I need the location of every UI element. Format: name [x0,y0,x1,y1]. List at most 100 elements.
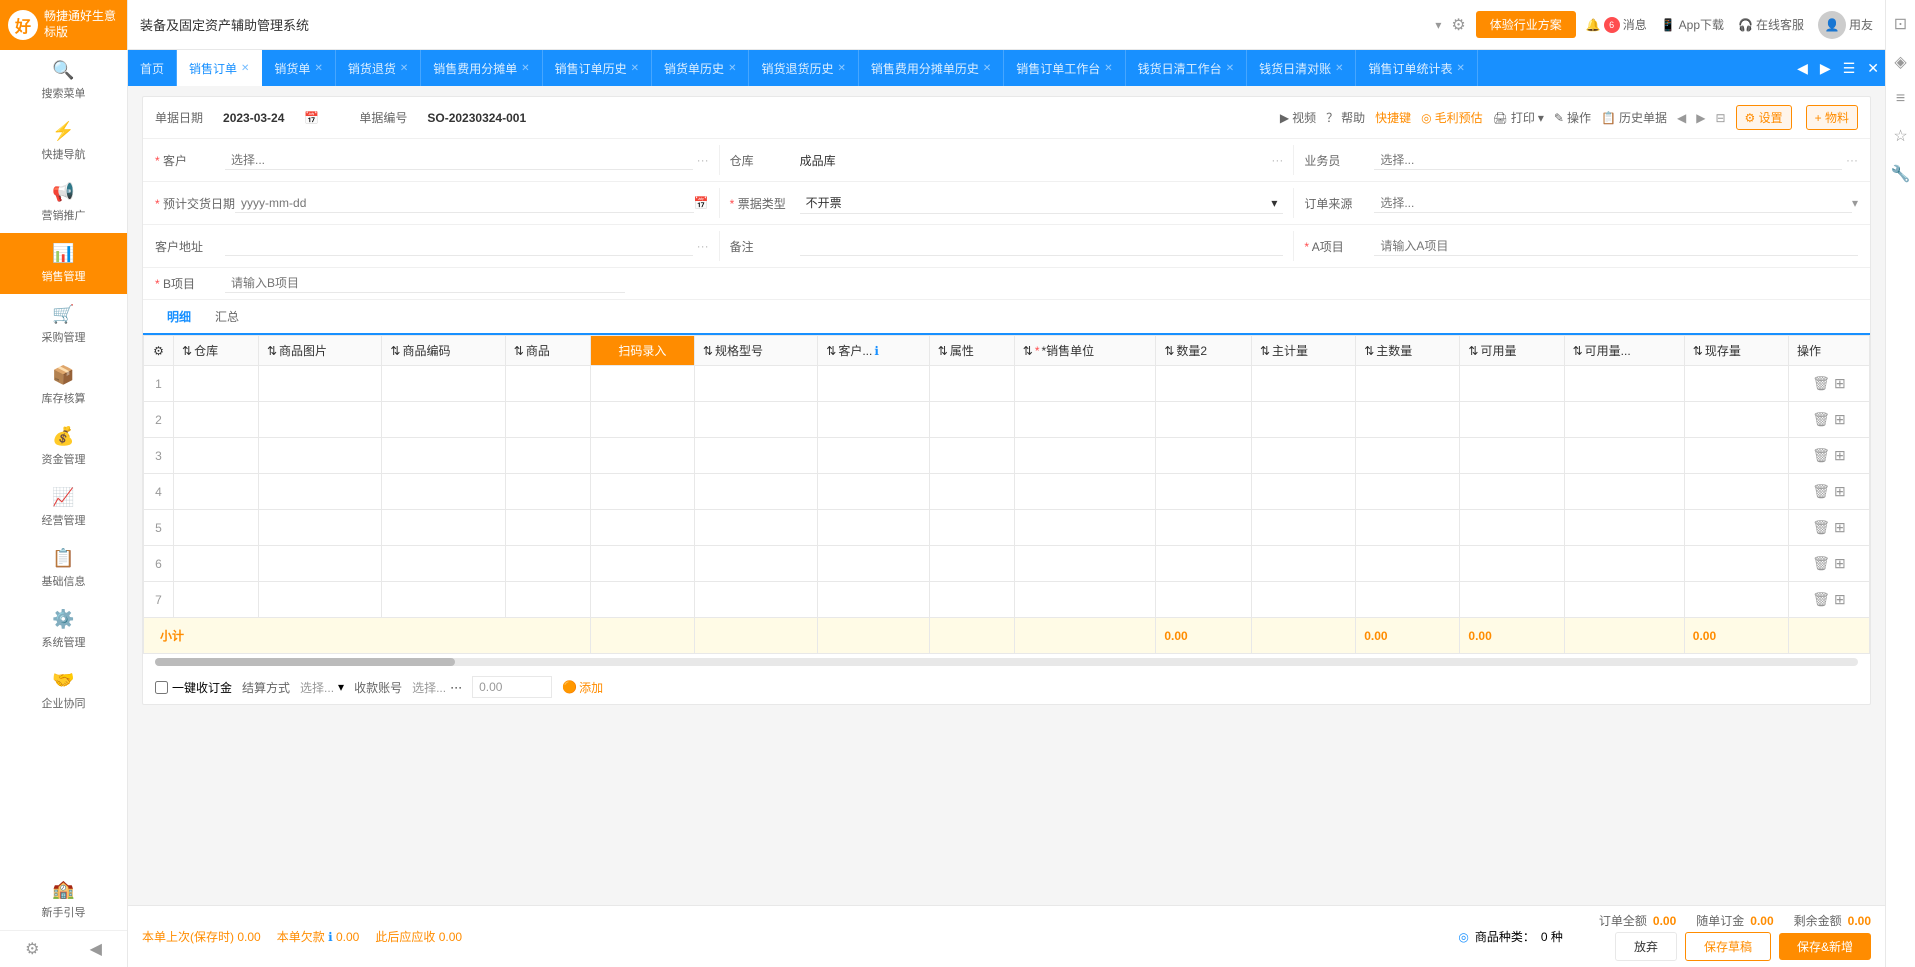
remark-input[interactable] [800,237,1284,256]
table-cell[interactable] [1156,366,1252,402]
table-cell[interactable] [505,438,590,474]
table-cell[interactable] [505,402,590,438]
warehouse-more-icon[interactable]: ··· [1271,153,1283,167]
table-cell[interactable] [1356,438,1460,474]
table-cell[interactable] [1684,402,1788,438]
discard-button[interactable]: 放弃 [1615,932,1677,961]
table-cell[interactable] [694,474,817,510]
table-cell[interactable] [1564,510,1684,546]
online-service-btn[interactable]: 🎧 在线客服 [1738,16,1804,33]
table-cell[interactable] [1014,438,1156,474]
table-cell[interactable] [694,546,817,582]
table-cell[interactable] [1684,474,1788,510]
table-cell[interactable] [505,474,590,510]
address-more-icon[interactable]: ··· [697,239,709,253]
grid-view-btn[interactable]: ⊟ [1715,111,1725,125]
table-cell[interactable] [1251,366,1355,402]
table-cell[interactable] [590,474,694,510]
tab-detail[interactable]: 明细 [155,300,203,335]
table-cell[interactable] [1014,546,1156,582]
table-cell[interactable] [1251,474,1355,510]
table-cell[interactable] [174,474,259,510]
table-cell[interactable] [1564,402,1684,438]
delete-row-btn[interactable]: 🗑 [1812,519,1830,536]
right-filter-icon[interactable]: ◈ [1890,48,1910,76]
calendar-icon[interactable]: 📅 [304,111,319,125]
customer-more-icon[interactable]: ··· [697,153,709,167]
tab-cash-reconcile[interactable]: 钱货日清对账 ✕ [1247,50,1356,86]
tab-sales-order[interactable]: 销售订单 ✕ [177,50,262,86]
sidebar-item-system[interactable]: ⚙️ 系统管理 [0,599,127,660]
table-cell[interactable] [1460,474,1564,510]
save-new-button[interactable]: 保存&新增 [1779,933,1871,960]
table-cell[interactable] [694,582,817,618]
app-download-btn[interactable]: 📱 App下载 [1661,16,1724,33]
col-product[interactable]: ⇅ 商品 [505,336,590,366]
nav-next-btn[interactable]: ▶ [1814,50,1837,86]
table-cell[interactable] [1014,402,1156,438]
tab-close-icon[interactable]: ✕ [521,63,529,74]
table-cell[interactable] [258,474,381,510]
table-cell[interactable] [1460,366,1564,402]
table-cell[interactable] [505,582,590,618]
table-cell[interactable] [1014,510,1156,546]
table-cell[interactable] [258,510,381,546]
table-cell[interactable] [1156,546,1252,582]
col-sales-unit[interactable]: ⇅ **销售单位 [1014,336,1156,366]
table-cell[interactable] [174,366,259,402]
sidebar-item-inventory[interactable]: 📦 库存核算 [0,355,127,416]
col-current-stock[interactable]: ⇅ 现存量 [1684,336,1788,366]
table-cell[interactable] [694,366,817,402]
table-cell[interactable] [174,546,259,582]
table-cell[interactable] [1684,510,1788,546]
tab-close-icon[interactable]: ✕ [314,63,322,74]
tab-expense-history[interactable]: 销售费用分摊单历史 ✕ [859,50,1004,86]
table-cell[interactable] [1684,366,1788,402]
shortcut-btn[interactable]: 快捷键 [1375,109,1411,126]
table-cell[interactable] [590,366,694,402]
solution-button[interactable]: 体验行业方案 [1476,11,1576,38]
goods-count-icon[interactable]: ◎ [1458,930,1468,944]
table-cell[interactable] [818,582,930,618]
table-cell[interactable] [1014,366,1156,402]
pay-method-dropdown[interactable]: ▾ [338,680,344,694]
table-cell[interactable] [929,474,1014,510]
col-customer[interactable]: ⇅ 客户... ℹ [818,336,930,366]
table-cell[interactable] [1156,474,1252,510]
address-input[interactable] [225,237,693,256]
copy-row-btn[interactable]: ⊞ [1834,483,1846,500]
table-cell[interactable] [590,510,694,546]
col-attribute[interactable]: ⇅ 属性 [929,336,1014,366]
tab-sales-expense[interactable]: 销售费用分摊单 ✕ [421,50,542,86]
tab-receipt-history[interactable]: 销货单历史 ✕ [652,50,749,86]
table-cell[interactable] [1156,402,1252,438]
sidebar-item-nav[interactable]: ⚡ 快捷导航 [0,111,127,172]
tab-close-icon[interactable]: ✕ [1335,63,1343,74]
current-owe-info[interactable]: ℹ [328,930,333,944]
delete-row-btn[interactable]: 🗑 [1812,411,1830,428]
tab-order-history[interactable]: 销售订单历史 ✕ [543,50,652,86]
table-cell[interactable] [258,366,381,402]
sidebar-item-sales[interactable]: 📊 销售管理 [0,233,127,294]
table-cell[interactable] [694,402,817,438]
tab-home[interactable]: 首页 [128,50,177,86]
table-cell[interactable] [505,510,590,546]
table-cell[interactable] [1684,546,1788,582]
table-cell[interactable] [258,438,381,474]
right-star-icon[interactable]: ☆ [1889,122,1911,150]
table-cell[interactable] [929,582,1014,618]
delivery-input[interactable] [235,194,694,213]
tab-close-icon[interactable]: ✕ [400,63,408,74]
delete-row-btn[interactable]: 🗑 [1812,483,1830,500]
table-cell[interactable] [929,366,1014,402]
table-cell[interactable] [1251,546,1355,582]
add-material-btn[interactable]: + 物料 [1806,105,1858,130]
tab-sales-return[interactable]: 销货退货 ✕ [336,50,421,86]
table-cell[interactable] [1460,546,1564,582]
help-btn[interactable]: ？ 帮助 [1326,109,1365,126]
notifications-btn[interactable]: 🔔 6 消息 [1586,16,1647,33]
table-cell[interactable] [1356,366,1460,402]
table-cell[interactable] [1564,546,1684,582]
table-cell[interactable] [382,510,505,546]
col-available2[interactable]: ⇅ 可用量... [1564,336,1684,366]
